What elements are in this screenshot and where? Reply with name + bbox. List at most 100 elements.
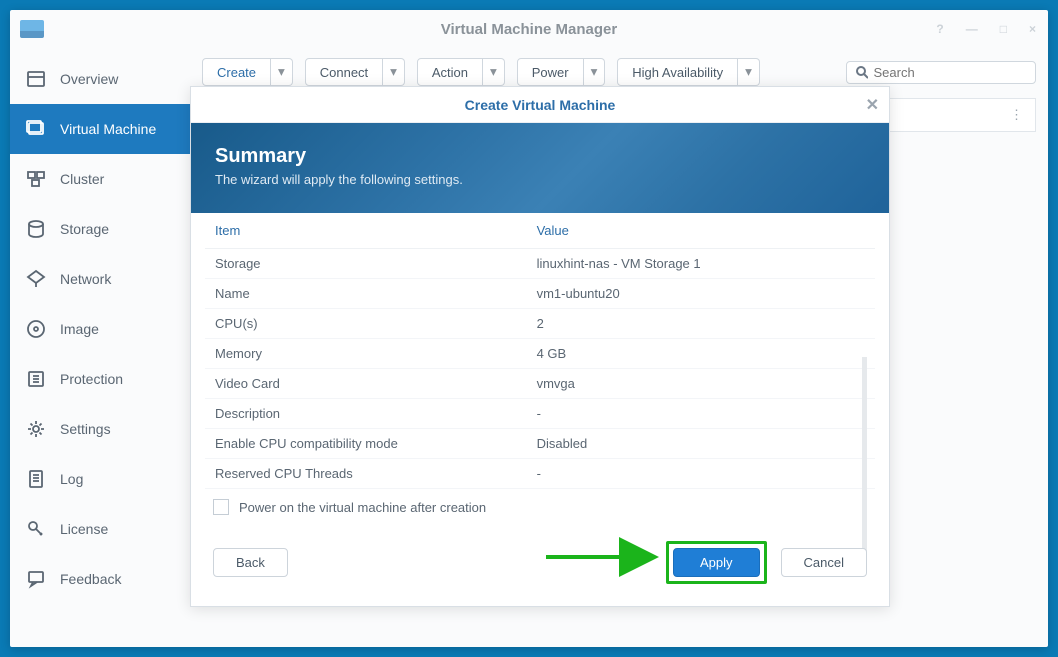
power-dropdown[interactable]: ▾ [584,58,606,86]
cell-item: Name [205,279,527,309]
cell-item: Storage [205,249,527,279]
sidebar-item-license[interactable]: License [10,504,190,554]
sidebar-item-storage[interactable]: Storage [10,204,190,254]
col-value: Value [527,213,875,249]
modal-header: Create Virtual Machine ✕ [191,87,889,123]
table-row: Video Cardvmvga [205,369,875,399]
app-title: Virtual Machine Manager [441,21,617,38]
ha-button-group: High Availability ▾ [617,58,760,86]
modal-banner: Summary The wizard will apply the follow… [191,123,889,213]
sidebar-item-label: Overview [60,71,118,87]
sidebar-item-label: Image [60,321,99,337]
sidebar-item-label: Feedback [60,571,121,587]
cell-item: Video Card [205,369,527,399]
titlebar-controls: ? — □ × [930,20,1042,38]
ha-dropdown[interactable]: ▾ [738,58,760,86]
apply-button[interactable]: Apply [673,548,760,577]
connect-dropdown[interactable]: ▾ [383,58,405,86]
sidebar-item-label: License [60,521,108,537]
close-icon[interactable]: ✕ [866,95,879,115]
table-row: Namevm1-ubuntu20 [205,279,875,309]
modal-footer: Back Apply Cancel [191,529,889,606]
power-button-group: Power ▾ [517,58,606,86]
app-icon [20,20,44,38]
sidebar-item-label: Storage [60,221,109,237]
ha-button[interactable]: High Availability [617,58,738,86]
log-icon [26,469,46,489]
create-button-group: Create ▾ [202,58,293,86]
sidebar-item-label: Cluster [60,171,104,187]
cell-value: 4 GB [527,339,875,369]
action-button-group: Action ▾ [417,58,505,86]
modal-title: Create Virtual Machine [465,97,616,113]
table-row: CPU(s)2 [205,309,875,339]
titlebar: Virtual Machine Manager ? — □ × [10,10,1048,48]
key-icon [26,519,46,539]
banner-subtitle: The wizard will apply the following sett… [215,172,865,187]
back-button[interactable]: Back [213,548,288,577]
sidebar: Overview Virtual Machine Cluster Storage… [10,48,190,647]
feedback-icon [26,569,46,589]
connect-button-group: Connect ▾ [305,58,405,86]
power-button[interactable]: Power [517,58,584,86]
scrollbar[interactable] [862,357,867,557]
cell-value: vmvga [527,369,875,399]
create-vm-modal: Create Virtual Machine ✕ Summary The wiz… [190,86,890,607]
cell-item: Enable CPU compatibility mode [205,429,527,459]
connect-button[interactable]: Connect [305,58,383,86]
create-dropdown[interactable]: ▾ [271,58,293,86]
search-box[interactable] [846,61,1036,84]
sidebar-item-settings[interactable]: Settings [10,404,190,454]
annotation-arrow [546,547,666,572]
table-row: Storagelinuxhint-nas - VM Storage 1 [205,249,875,279]
close-button[interactable]: × [1023,20,1042,38]
action-button[interactable]: Action [417,58,483,86]
col-item: Item [205,213,527,249]
table-row: Memory4 GB [205,339,875,369]
vm-icon [26,119,46,139]
cell-item: Memory [205,339,527,369]
network-icon [26,269,46,289]
sidebar-item-label: Log [60,471,83,487]
cell-value: - [527,459,875,489]
app-window: Virtual Machine Manager ? — □ × Overview… [10,10,1048,647]
dashboard-icon [26,69,46,89]
power-on-checkbox[interactable] [213,499,229,515]
cell-value: linuxhint-nas - VM Storage 1 [527,249,875,279]
sidebar-item-protection[interactable]: Protection [10,354,190,404]
gear-icon [26,419,46,439]
sidebar-item-log[interactable]: Log [10,454,190,504]
sidebar-item-label: Protection [60,371,123,387]
help-button[interactable]: ? [930,20,949,38]
summary-table: Item Value Storagelinuxhint-nas - VM Sto… [191,213,889,489]
table-row: Enable CPU compatibility modeDisabled [205,429,875,459]
sidebar-item-feedback[interactable]: Feedback [10,554,190,604]
minimize-button[interactable]: — [960,20,984,38]
cancel-button[interactable]: Cancel [781,548,867,577]
sidebar-item-image[interactable]: Image [10,304,190,354]
protection-icon [26,369,46,389]
sidebar-item-overview[interactable]: Overview [10,54,190,104]
maximize-button[interactable]: □ [994,20,1013,38]
action-dropdown[interactable]: ▾ [483,58,505,86]
sidebar-item-label: Network [60,271,111,287]
sidebar-item-label: Settings [60,421,111,437]
sidebar-item-cluster[interactable]: Cluster [10,154,190,204]
cell-value: vm1-ubuntu20 [527,279,875,309]
power-on-checkbox-row: Power on the virtual machine after creat… [191,489,889,529]
column-menu-icon[interactable]: ⋮ [1010,107,1023,123]
sidebar-item-virtual-machine[interactable]: Virtual Machine [10,104,190,154]
create-button[interactable]: Create [202,58,271,86]
table-row: Reserved CPU Threads- [205,459,875,489]
cell-item: Description [205,399,527,429]
search-icon [855,65,868,79]
table-row: Description- [205,399,875,429]
image-icon [26,319,46,339]
cell-value: 2 [527,309,875,339]
banner-title: Summary [215,145,865,168]
search-input[interactable] [874,65,1028,80]
checkbox-label: Power on the virtual machine after creat… [239,500,486,515]
cell-item: Reserved CPU Threads [205,459,527,489]
sidebar-item-network[interactable]: Network [10,254,190,304]
storage-icon [26,219,46,239]
